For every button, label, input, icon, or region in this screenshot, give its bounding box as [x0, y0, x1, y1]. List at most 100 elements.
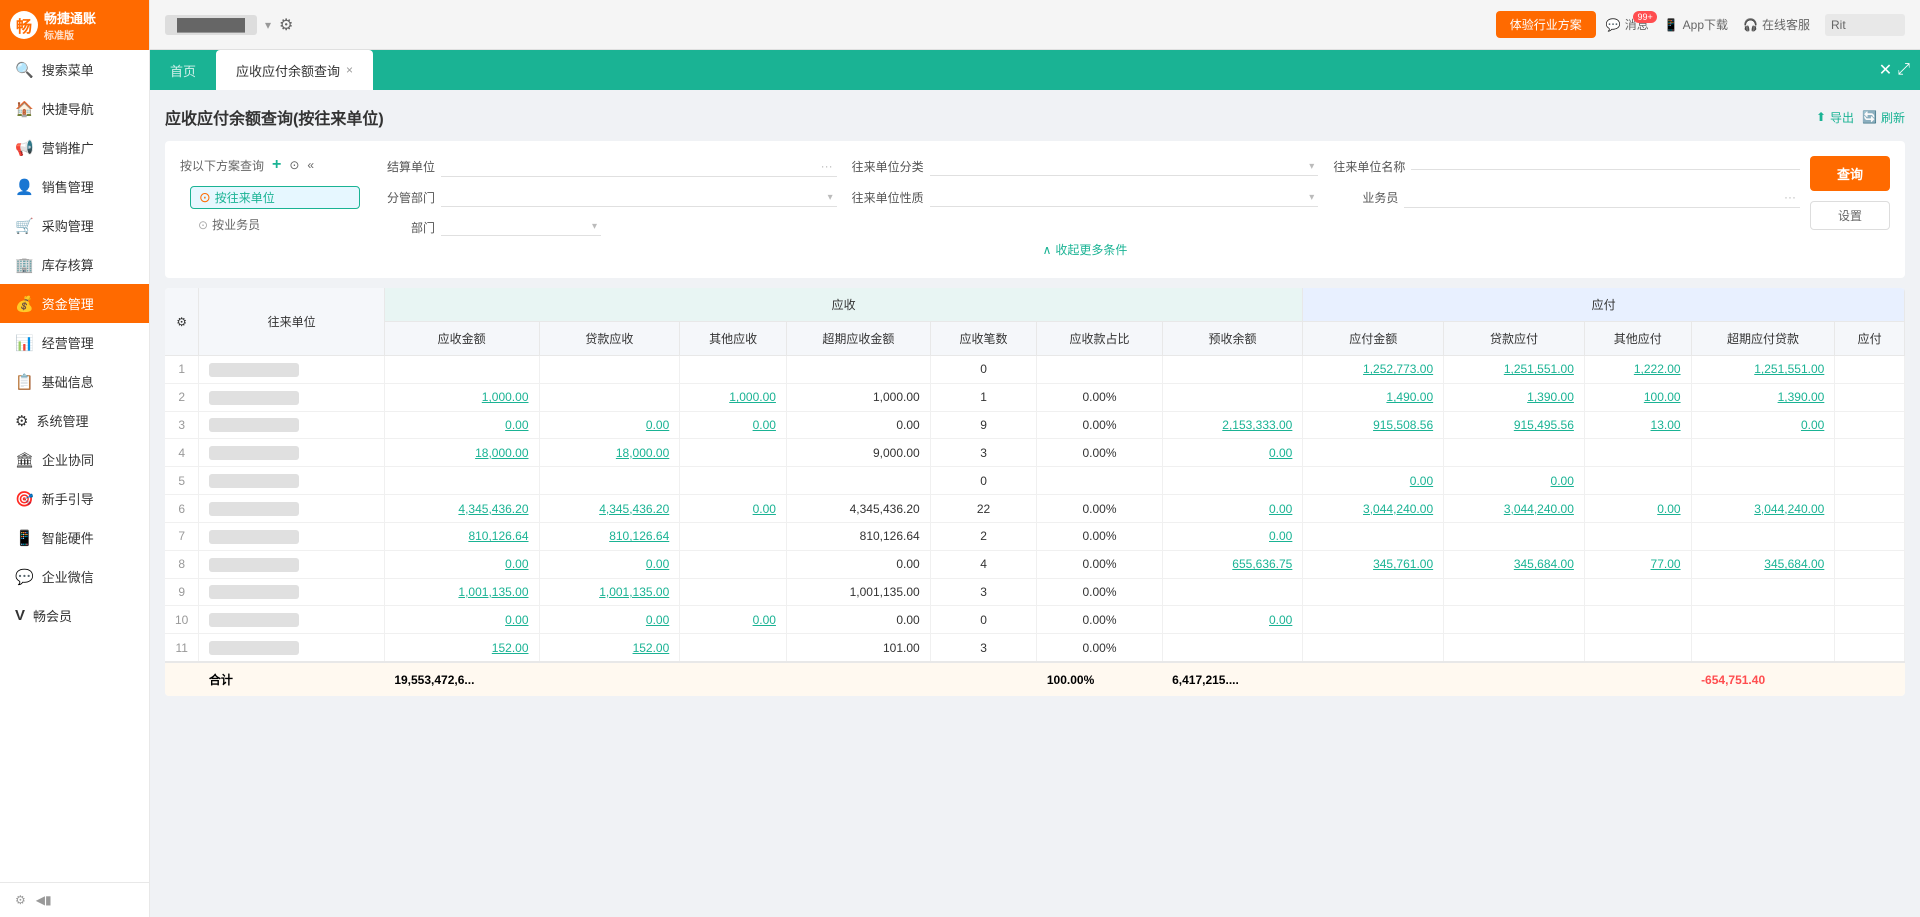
- sidebar-item-purchase[interactable]: 🛒 采购管理: [0, 206, 149, 245]
- table-row: 64,345,436.204,345,436.200.004,345,436.2…: [165, 495, 1905, 523]
- online-service-action[interactable]: 🎧 在线客服: [1743, 16, 1810, 33]
- partner-name-label: 往来单位名称: [1333, 158, 1405, 175]
- export-icon: ⬆: [1816, 110, 1826, 124]
- dropdown-chevron-icon[interactable]: ▾: [265, 18, 271, 32]
- scheme-options-icon[interactable]: ⊙: [289, 158, 299, 172]
- promo-button[interactable]: 体验行业方案: [1496, 11, 1596, 38]
- sidebar-item-quick-nav[interactable]: 🏠 快捷导航: [0, 89, 149, 128]
- partner-cell: [199, 439, 384, 467]
- tab-home[interactable]: 首页: [150, 50, 216, 90]
- sidebar-item-marketing[interactable]: 📢 营销推广: [0, 128, 149, 167]
- query-scheme: 按以下方案查询 + ⊙ «: [180, 156, 360, 174]
- enterprise-icon: 🏛: [15, 451, 34, 469]
- sidebar-item-search-menu[interactable]: 🔍 搜索菜单: [0, 50, 149, 89]
- salesperson-input[interactable]: ···: [1404, 187, 1800, 208]
- page-title: 应收应付余额查询(按往来单位): [165, 105, 384, 129]
- settlement-unit-input[interactable]: ···: [441, 156, 837, 177]
- footer-empty4: [930, 662, 1037, 696]
- partner-cell: [199, 495, 384, 523]
- table-row: 30.000.000.000.0090.00%2,153,333.00915,5…: [165, 411, 1905, 439]
- tab-active-label: 应收应付余额查询: [236, 61, 340, 80]
- export-button[interactable]: ⬆ 导出: [1816, 109, 1854, 126]
- sidebar-item-vip[interactable]: V 畅会员: [0, 596, 149, 635]
- sidebar-item-label: 畅会员: [33, 606, 72, 625]
- th-prepaid-balance: 预收余额: [1162, 322, 1303, 356]
- close-window-icon[interactable]: ✕: [1879, 60, 1892, 80]
- partner-cell: [199, 411, 384, 439]
- partner-cell: [199, 467, 384, 495]
- partner-nature-input[interactable]: ▾: [930, 189, 1319, 207]
- sidebar-item-wechat[interactable]: 💬 企业微信: [0, 557, 149, 596]
- footer-empty5: [1303, 662, 1444, 696]
- table-row: 100.000.000.000.0000.00%0.00: [165, 606, 1905, 634]
- sidebar-item-label: 新手引导: [42, 489, 94, 508]
- top-header: ████████ ▾ ⚙ 体验行业方案 💬 消息 99+ 📱 App下载 🎧 在…: [150, 0, 1920, 50]
- dept-input[interactable]: ▾: [441, 218, 601, 236]
- sidebar-settings-icon[interactable]: ⚙: [15, 893, 26, 907]
- collapse-arrow-icon: ∧: [1043, 243, 1052, 257]
- basic-info-icon: 📋: [15, 373, 34, 391]
- sidebar-item-capital[interactable]: 💰 资金管理: [0, 284, 149, 323]
- dept-mgr-input[interactable]: ▾: [441, 189, 837, 207]
- query-button[interactable]: 查询: [1810, 156, 1890, 191]
- app-download-action[interactable]: 📱 App下载: [1664, 16, 1728, 33]
- sidebar-item-label: 企业协同: [42, 450, 94, 469]
- settings-button[interactable]: 设置: [1810, 201, 1890, 230]
- scheme-collapse-icon[interactable]: «: [307, 158, 314, 172]
- footer-payable-total: -654,751.40: [1691, 662, 1835, 696]
- query-panel: 按以下方案查询 + ⊙ « ⊙ 按往来单位 ⊙ 按业务员: [165, 141, 1905, 278]
- refresh-button[interactable]: 🔄 刷新: [1862, 109, 1905, 126]
- main-area: ████████ ▾ ⚙ 体验行业方案 💬 消息 99+ 📱 App下载 🎧 在…: [150, 0, 1920, 917]
- collapse-label: 收起更多条件: [1055, 241, 1127, 258]
- sidebar-item-enterprise[interactable]: 🏛 企业协同: [0, 440, 149, 479]
- page-title-bar: 应收应付余额查询(按往来单位) ⬆ 导出 🔄 刷新: [165, 105, 1905, 129]
- dots-icon2: ···: [1784, 190, 1796, 204]
- add-scheme-button[interactable]: +: [272, 156, 281, 174]
- tab-receivable-query[interactable]: 应收应付余额查询 ×: [216, 50, 373, 90]
- header-settings-icon[interactable]: ⚙: [279, 15, 293, 35]
- form-grid: 结算单位 ··· 往来单位分类 ▾: [370, 156, 1800, 236]
- field-partner-category: 往来单位分类 ▾: [852, 156, 1319, 177]
- sidebar-item-smart-hw[interactable]: 📱 智能硬件: [0, 518, 149, 557]
- message-badge: 99+: [1633, 11, 1656, 23]
- sidebar-item-operation[interactable]: 📊 经营管理: [0, 323, 149, 362]
- table-row: 101,252,773.001,251,551.001,222.001,251,…: [165, 356, 1905, 384]
- field-settlement-unit: 结算单位 ···: [370, 156, 837, 177]
- export-label: 导出: [1830, 109, 1854, 126]
- sidebar-item-label: 智能硬件: [42, 528, 94, 547]
- partner-category-input[interactable]: ▾: [930, 158, 1319, 176]
- scheme-tag-partner[interactable]: ⊙ 按往来单位: [190, 186, 360, 209]
- field-salesperson: 业务员 ···: [1333, 187, 1800, 208]
- sidebar-item-basic-info[interactable]: 📋 基础信息: [0, 362, 149, 401]
- sidebar-collapse-icon[interactable]: ◀▮: [36, 893, 52, 907]
- th-loan-payable: 贷款应付: [1444, 322, 1585, 356]
- sidebar-item-system[interactable]: ⚙ 系统管理: [0, 401, 149, 440]
- query-form-area: 结算单位 ··· 往来单位分类 ▾: [370, 156, 1800, 263]
- tab-close-icon[interactable]: ×: [346, 63, 353, 77]
- th-overdue-payable: 超期应付贷款: [1691, 322, 1835, 356]
- field-partner-nature: 往来单位性质 ▾: [852, 187, 1319, 208]
- page-actions: ⬆ 导出 🔄 刷新: [1816, 109, 1905, 126]
- collapse-more[interactable]: ∧ 收起更多条件: [370, 236, 1800, 263]
- message-action[interactable]: 💬 消息 99+: [1606, 16, 1649, 33]
- footer-row-num: [165, 662, 199, 696]
- th-overdue-receivable: 超期应收金额: [786, 322, 930, 356]
- th-payable-amount: 应付金额: [1303, 322, 1444, 356]
- sidebar-item-inventory[interactable]: 🏢 库存核算: [0, 245, 149, 284]
- partner-name-input[interactable]: [1411, 163, 1800, 170]
- sidebar-item-newbie[interactable]: 🎯 新手引导: [0, 479, 149, 518]
- table-row: 500.000.00: [165, 467, 1905, 495]
- table-settings-icon[interactable]: ⚙: [176, 315, 187, 329]
- app-label: App下载: [1683, 16, 1728, 33]
- by-staff-item[interactable]: ⊙ 按业务员: [190, 213, 360, 236]
- footer-receivable-total: 19,553,472,6...: [384, 662, 539, 696]
- th-settings[interactable]: ⚙: [165, 288, 199, 356]
- sidebar-item-sales[interactable]: 👤 销售管理: [0, 167, 149, 206]
- table-row: 91,001,135.001,001,135.001,001,135.0030.…: [165, 578, 1905, 606]
- page-content: 应收应付余额查询(按往来单位) ⬆ 导出 🔄 刷新 按以下方案查询: [150, 90, 1920, 917]
- expand-icon[interactable]: ⤢: [1897, 61, 1910, 79]
- th-receivable-amount: 应收金额: [384, 322, 539, 356]
- user-avatar[interactable]: Rit: [1825, 14, 1905, 36]
- th-group-payable: 应付: [1303, 288, 1905, 322]
- dept-mgr-label: 分管部门: [370, 189, 435, 206]
